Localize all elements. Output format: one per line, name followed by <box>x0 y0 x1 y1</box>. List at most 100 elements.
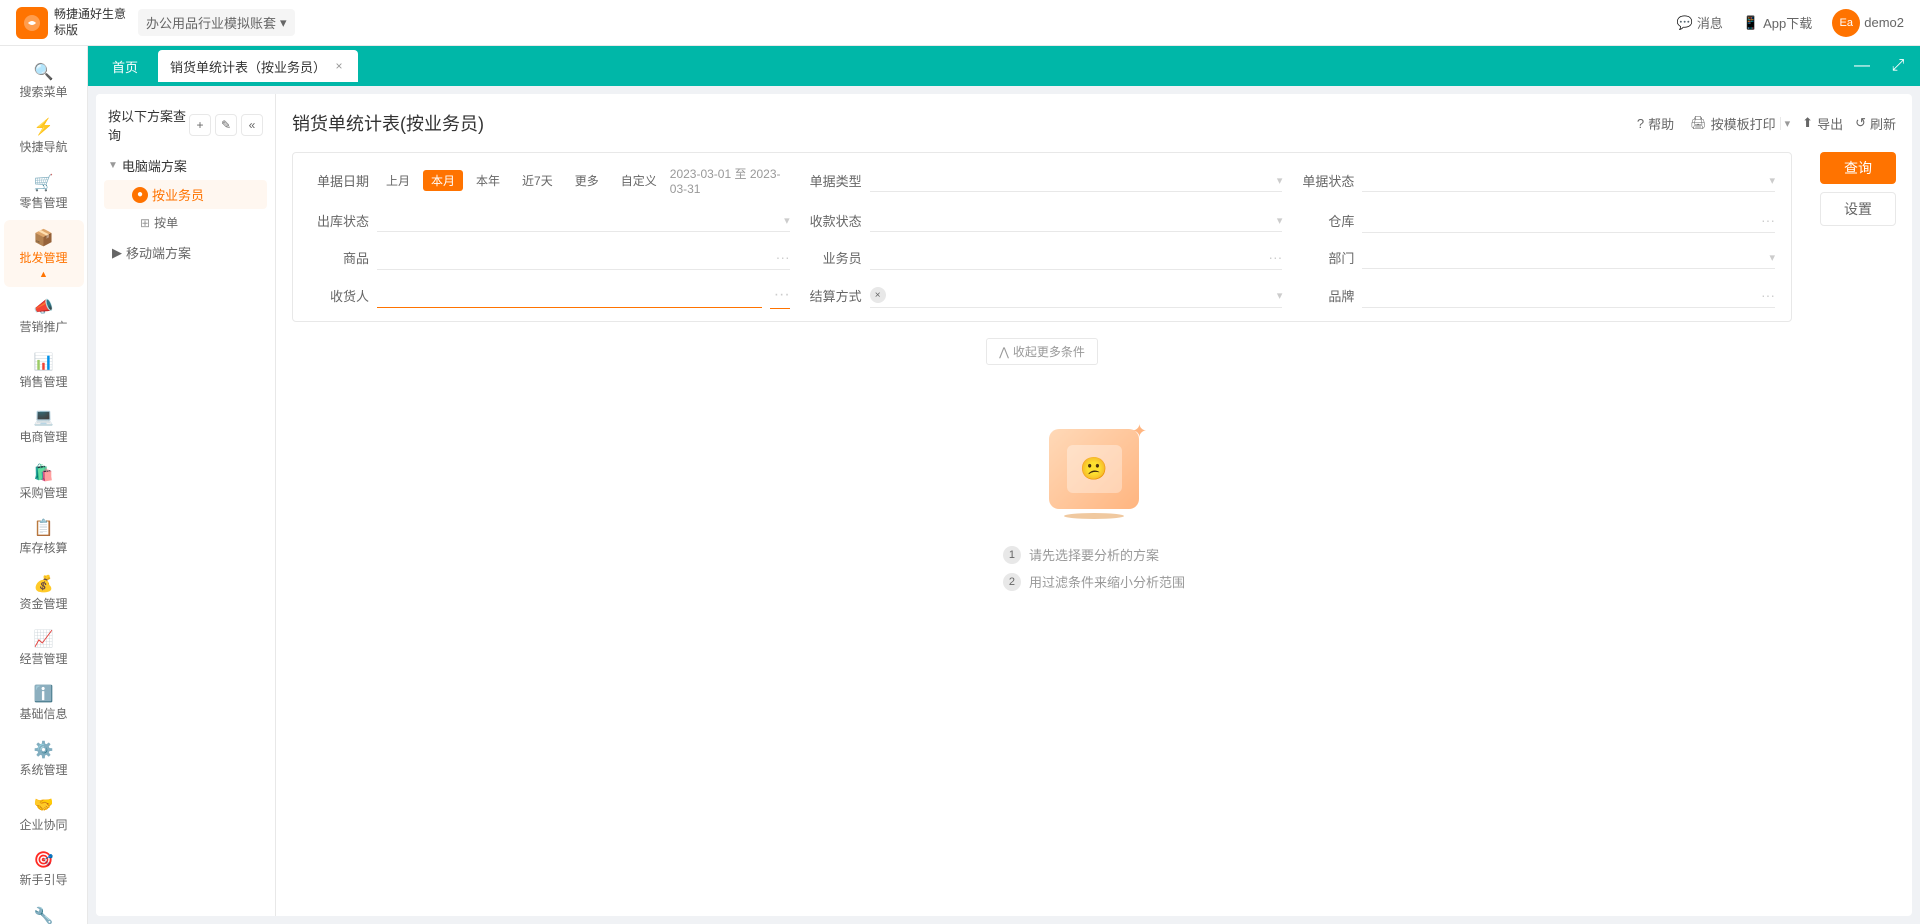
message-label: 消息 <box>1697 13 1723 32</box>
out-status-select[interactable]: ▾ <box>377 210 790 232</box>
user-profile[interactable]: Ea demo2 <box>1832 9 1904 37</box>
more-btn[interactable]: 更多 <box>566 169 608 192</box>
print-btn-group: 🖨 按模板打印 ▾ <box>1686 114 1790 133</box>
condition-row-2: 出库状态 ▾ 收款状态 <box>309 208 1775 233</box>
sidebar-item-ecommerce[interactable]: 💻 电商管理 <box>4 399 84 452</box>
enterprise-icon: 🤝 <box>34 795 54 815</box>
sidebar-item-purchase[interactable]: 🛍️ 采购管理 <box>4 455 84 508</box>
sidebar-item-retail[interactable]: 🛒 零售管理 <box>4 165 84 218</box>
receipt-status-select[interactable]: ▾ <box>870 210 1283 232</box>
scheme-add-button[interactable]: + <box>189 114 211 136</box>
this-month-btn[interactable]: 本月 <box>423 170 463 191</box>
collapse-label: 收起更多条件 <box>1013 343 1085 360</box>
sidebar-marketing-label: 营销推广 <box>19 320 67 334</box>
sidebar: 🔍 搜索菜单 ⚡ 快捷导航 🛒 零售管理 📦 批发管理 ▲ 📣 营销推广 📊 销… <box>0 46 88 924</box>
empty-step-1: 1 请先选择要分析的方案 <box>1003 545 1185 564</box>
app-selector[interactable]: 办公用品行业模拟账套 ▾ <box>138 9 295 36</box>
sales-icon: 📊 <box>34 352 54 372</box>
tab-close-button[interactable]: × <box>332 59 346 73</box>
scheme-active-label: 按业务员 <box>152 185 204 204</box>
sidebar-item-wholesale[interactable]: 📦 批发管理 ▲ <box>4 220 84 286</box>
help-button[interactable]: ? 帮助 <box>1637 114 1674 133</box>
sidebar-item-appcenter[interactable]: 🔧 应用中心 <box>4 898 84 924</box>
receipt-status-label: 收款状态 <box>802 211 862 230</box>
topbar: 畅捷通好生意 标版 办公用品行业模拟账套 ▾ 💬 消息 📱 App下载 Ea d… <box>0 0 1920 46</box>
tab-home-label: 首页 <box>112 60 138 75</box>
scheme-edit-button[interactable]: ✎ <box>215 114 237 136</box>
doc-type-select[interactable]: ▾ <box>870 170 1283 192</box>
sidebar-item-sales[interactable]: 📊 销售管理 <box>4 344 84 397</box>
receiver-input[interactable] <box>377 284 762 308</box>
appcenter-icon: 🔧 <box>34 906 54 924</box>
date-range-value: 2023-03-01 至 2023-03-31 <box>670 165 790 196</box>
salesperson-field[interactable]: ··· <box>870 245 1283 270</box>
last7-btn[interactable]: 近7天 <box>513 169 562 192</box>
step1-num: 1 <box>1003 546 1021 564</box>
page-title: 销货单统计表(按业务员) <box>292 110 484 136</box>
tab-maximize-button[interactable]: ⤢ <box>1884 52 1912 80</box>
scheme-title: 按以下方案查询 <box>108 106 189 144</box>
sidebar-item-newbie[interactable]: 🎯 新手引导 <box>4 842 84 895</box>
export-button[interactable]: ⬆ 导出 <box>1802 114 1843 133</box>
newbie-icon: 🎯 <box>34 850 54 870</box>
date-group: 单据日期 上月 本月 本年 近7天 更多 <box>309 165 790 196</box>
print-chevron-icon[interactable]: ▾ <box>1780 117 1791 130</box>
scheme-collapse-button[interactable]: « <box>241 114 263 136</box>
sidebar-item-marketing[interactable]: 📣 营销推广 <box>4 289 84 342</box>
sidebar-item-management[interactable]: 📈 经营管理 <box>4 621 84 674</box>
export-icon: ⬆ <box>1802 115 1813 131</box>
department-select[interactable]: ▾ <box>1362 247 1775 269</box>
app-download-label: App下载 <box>1763 13 1812 32</box>
scheme-group-mobile-header[interactable]: ▶ 移动端方案 <box>96 239 275 266</box>
sidebar-purchase-label: 采购管理 <box>19 486 67 500</box>
last-month-btn[interactable]: 上月 <box>377 169 419 192</box>
message-action[interactable]: 💬 消息 <box>1677 13 1723 32</box>
inner-layout: 按以下方案查询 + ✎ « ▼ 电脑端方案 ● <box>96 94 1912 916</box>
tab-minimize-button[interactable]: — <box>1848 52 1876 80</box>
tab-home[interactable]: 首页 <box>96 51 154 82</box>
group-arrow-icon: ▼ <box>108 160 118 171</box>
settings-button[interactable]: 设置 <box>1820 192 1896 226</box>
warehouse-field[interactable]: ··· <box>1362 208 1775 233</box>
this-year-btn[interactable]: 本年 <box>467 169 509 192</box>
logo-icon <box>16 7 48 39</box>
username-label: demo2 <box>1864 15 1904 30</box>
sidebar-item-enterprise[interactable]: 🤝 企业协同 <box>4 787 84 840</box>
warehouse-label: 仓库 <box>1294 211 1354 230</box>
app-selector-label: 办公用品行业模拟账套 <box>146 13 276 32</box>
scheme-group-desktop: ▼ 电脑端方案 ● 按业务员 ⊞ 按单 <box>96 152 275 235</box>
condition-row-4: 收货人 ··· 结算方式 × <box>309 282 1775 309</box>
doc-status-select[interactable]: ▾ <box>1362 170 1775 192</box>
retail-icon: 🛒 <box>34 173 54 193</box>
sidebar-item-inventory[interactable]: 📋 库存核算 <box>4 510 84 563</box>
sidebar-item-system[interactable]: ⚙️ 系统管理 <box>4 732 84 785</box>
sidebar-item-finance[interactable]: 💰 资金管理 <box>4 566 84 619</box>
sidebar-item-search[interactable]: 🔍 搜索菜单 <box>4 54 84 107</box>
sidebar-wholesale-label: 批发管理 <box>19 251 67 265</box>
receiver-dots[interactable]: ··· <box>770 282 790 309</box>
download-icon: 📱 <box>1743 15 1759 31</box>
salesperson-label: 业务员 <box>802 248 862 267</box>
print-button[interactable]: 🖨 按模板打印 <box>1686 114 1780 133</box>
sidebar-quicknav-label: 快捷导航 <box>19 140 67 154</box>
query-button[interactable]: 查询 <box>1820 152 1896 184</box>
tab-active[interactable]: 销货单统计表（按业务员） × <box>158 50 358 82</box>
refresh-button[interactable]: ↺ 刷新 <box>1855 114 1896 133</box>
collapse-button[interactable]: ⋀ 收起更多条件 <box>986 338 1098 365</box>
topbar-right: 💬 消息 📱 App下载 Ea demo2 <box>1677 9 1904 37</box>
app-download-action[interactable]: 📱 App下载 <box>1743 13 1812 32</box>
goods-field[interactable]: ··· <box>377 245 790 270</box>
scheme-item-byorder[interactable]: ⊞ 按单 <box>104 210 267 235</box>
mobile-arrow-icon: ▶ <box>112 245 122 261</box>
settlement-arrow-icon: ▾ <box>1277 289 1283 302</box>
sidebar-item-basicinfo[interactable]: ℹ️ 基础信息 <box>4 676 84 729</box>
custom-btn[interactable]: 自定义 <box>612 169 666 192</box>
sidebar-item-quicknav[interactable]: ⚡ 快捷导航 <box>4 109 84 162</box>
scheme-sub-icon: ⊞ <box>140 216 150 230</box>
scheme-item-salesperson[interactable]: ● 按业务员 <box>104 180 267 209</box>
scheme-group-desktop-header[interactable]: ▼ 电脑端方案 <box>100 152 271 179</box>
settlement-clear-button[interactable]: × <box>870 287 886 303</box>
sidebar-newbie-label: 新手引导 <box>19 873 67 887</box>
tabbar-actions: — ⤢ <box>1848 52 1912 80</box>
brand-field[interactable]: ··· <box>1362 283 1775 308</box>
